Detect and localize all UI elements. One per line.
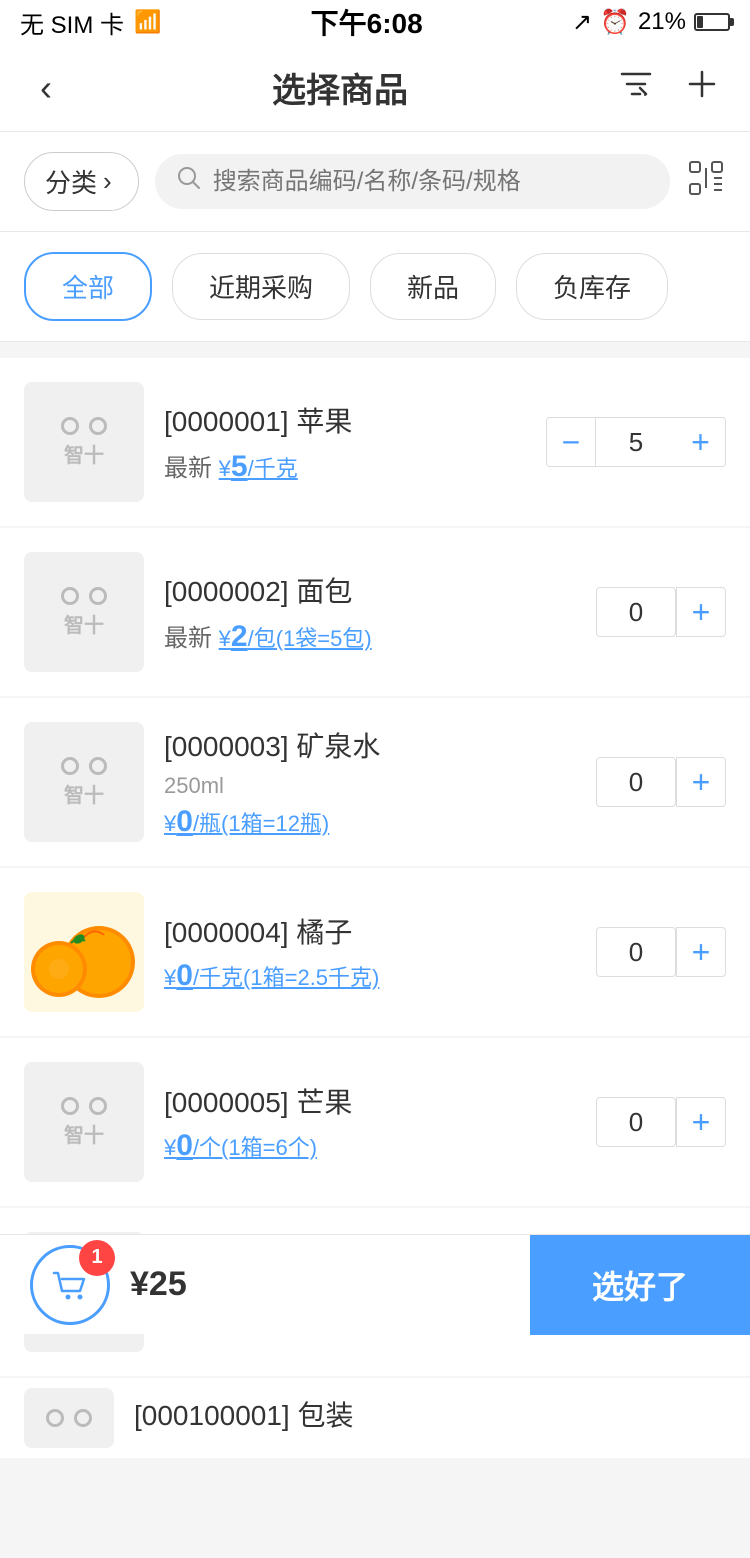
tab-negative[interactable]: 负库存: [516, 253, 668, 320]
quantity-control: − +: [546, 417, 726, 467]
quantity-control: +: [596, 757, 726, 807]
product-price: ¥0/瓶(1箱=12瓶): [164, 805, 576, 839]
category-label: 分类: [45, 163, 97, 200]
product-name: [0000005] 芒果: [164, 1081, 576, 1121]
list-item: 智十 [0000001] 苹果 最新 ¥5/千克 − +: [0, 358, 750, 526]
nav-actions: [618, 66, 720, 110]
product-price: ¥0/个(1箱=6个): [164, 1129, 576, 1163]
list-item: 智十 [0000002] 面包 最新 ¥2/包(1袋=5包) +: [0, 528, 750, 696]
product-thumbnail: [24, 1388, 114, 1448]
product-list: 智十 [0000001] 苹果 最新 ¥5/千克 − + 智十: [0, 358, 750, 1558]
product-price: ¥0/千克(1箱=2.5千克): [164, 959, 576, 993]
page-title: 选择商品: [272, 63, 408, 112]
product-thumbnail: 智十: [24, 722, 144, 842]
location-icon: ↗: [572, 8, 592, 37]
quantity-decrease-button[interactable]: −: [546, 417, 596, 467]
product-thumbnail: 智十: [24, 552, 144, 672]
product-info: [0000001] 苹果 最新 ¥5/千克: [164, 400, 526, 484]
product-name: [0000001] 苹果: [164, 400, 526, 440]
owl-placeholder-icon: 智十: [44, 1092, 124, 1152]
search-input[interactable]: [213, 168, 650, 196]
orange-image: [29, 897, 139, 1007]
wifi-icon: 📶: [134, 9, 161, 35]
product-price: 最新 ¥5/千克: [164, 448, 526, 484]
carrier-label: 无 SIM 卡: [20, 5, 124, 40]
product-name: [0000002] 面包: [164, 570, 576, 610]
status-bar: 无 SIM 卡 📶 下午6:08 ↗ ⏰ 21%: [0, 0, 750, 44]
search-icon: [175, 164, 203, 199]
cart-button[interactable]: 1: [30, 1245, 110, 1325]
quantity-input[interactable]: [596, 757, 676, 807]
owl-placeholder-icon: 智十: [44, 582, 124, 642]
quantity-input[interactable]: [596, 417, 676, 467]
quantity-input[interactable]: [596, 1097, 676, 1147]
product-info: [000100001] 包装: [134, 1394, 726, 1442]
product-info: [0000004] 橘子 ¥0/千克(1箱=2.5千克): [164, 911, 576, 993]
quantity-input[interactable]: [596, 927, 676, 977]
search-bar: 分类 ›: [0, 132, 750, 232]
back-button[interactable]: ‹: [30, 57, 62, 119]
add-button[interactable]: [684, 66, 720, 110]
product-info: [0000002] 面包 最新 ¥2/包(1袋=5包): [164, 570, 576, 654]
list-item: 智十 [0000003] 矿泉水 250ml ¥0/瓶(1箱=12瓶) +: [0, 698, 750, 866]
category-button[interactable]: 分类 ›: [24, 152, 139, 211]
status-time: 下午6:08: [311, 2, 423, 42]
product-name: [0000004] 橘子: [164, 911, 576, 951]
category-chevron-icon: ›: [103, 166, 112, 197]
quantity-increase-button[interactable]: +: [676, 757, 726, 807]
tab-recent[interactable]: 近期采购: [172, 253, 350, 320]
list-item: 智十 [0000005] 芒果 ¥0/个(1箱=6个) +: [0, 1038, 750, 1206]
quantity-increase-button[interactable]: +: [676, 587, 726, 637]
scan-icon[interactable]: [686, 158, 726, 206]
search-input-wrap: [155, 154, 670, 209]
bottom-bar: 1 ¥25 选好了: [0, 1234, 750, 1334]
product-name: [0000003] 矿泉水: [164, 725, 576, 765]
owl-placeholder-icon: 智十: [44, 412, 124, 472]
alarm-icon: ⏰: [600, 8, 630, 37]
owl-placeholder-icon: 智十: [44, 752, 124, 812]
list-item: [000100001] 包装: [0, 1378, 750, 1458]
tab-all[interactable]: 全部: [24, 252, 152, 321]
nav-bar: ‹ 选择商品: [0, 44, 750, 132]
tab-new[interactable]: 新品: [370, 253, 496, 320]
status-left: 无 SIM 卡 📶: [20, 5, 161, 40]
cart-badge: 1: [79, 1240, 115, 1276]
product-thumbnail: 智十: [24, 382, 144, 502]
owl-placeholder-icon: [29, 1388, 109, 1448]
quantity-control: +: [596, 1097, 726, 1147]
battery-icon: [694, 13, 730, 31]
product-spec: 250ml: [164, 773, 576, 799]
quantity-increase-button[interactable]: +: [676, 927, 726, 977]
filter-button[interactable]: [618, 66, 654, 110]
product-price: 最新 ¥2/包(1袋=5包): [164, 618, 576, 654]
filter-tabs: 全部 近期采购 新品 负库存: [0, 232, 750, 342]
quantity-input[interactable]: [596, 587, 676, 637]
quantity-increase-button[interactable]: +: [676, 417, 726, 467]
product-thumbnail: 智十: [24, 1062, 144, 1182]
product-thumbnail: [24, 892, 144, 1012]
confirm-button[interactable]: 选好了: [530, 1235, 750, 1335]
quantity-control: +: [596, 927, 726, 977]
status-right: ↗ ⏰ 21%: [572, 8, 730, 37]
product-name: [000100001] 包装: [134, 1394, 726, 1434]
battery-percent: 21%: [638, 8, 686, 36]
cart-area: 1 ¥25: [0, 1245, 530, 1325]
cart-total: ¥25: [130, 1265, 187, 1304]
product-info: [0000005] 芒果 ¥0/个(1箱=6个): [164, 1081, 576, 1163]
quantity-increase-button[interactable]: +: [676, 1097, 726, 1147]
list-item: [0000004] 橘子 ¥0/千克(1箱=2.5千克) +: [0, 868, 750, 1036]
product-info: [0000003] 矿泉水 250ml ¥0/瓶(1箱=12瓶): [164, 725, 576, 839]
quantity-control: +: [596, 587, 726, 637]
